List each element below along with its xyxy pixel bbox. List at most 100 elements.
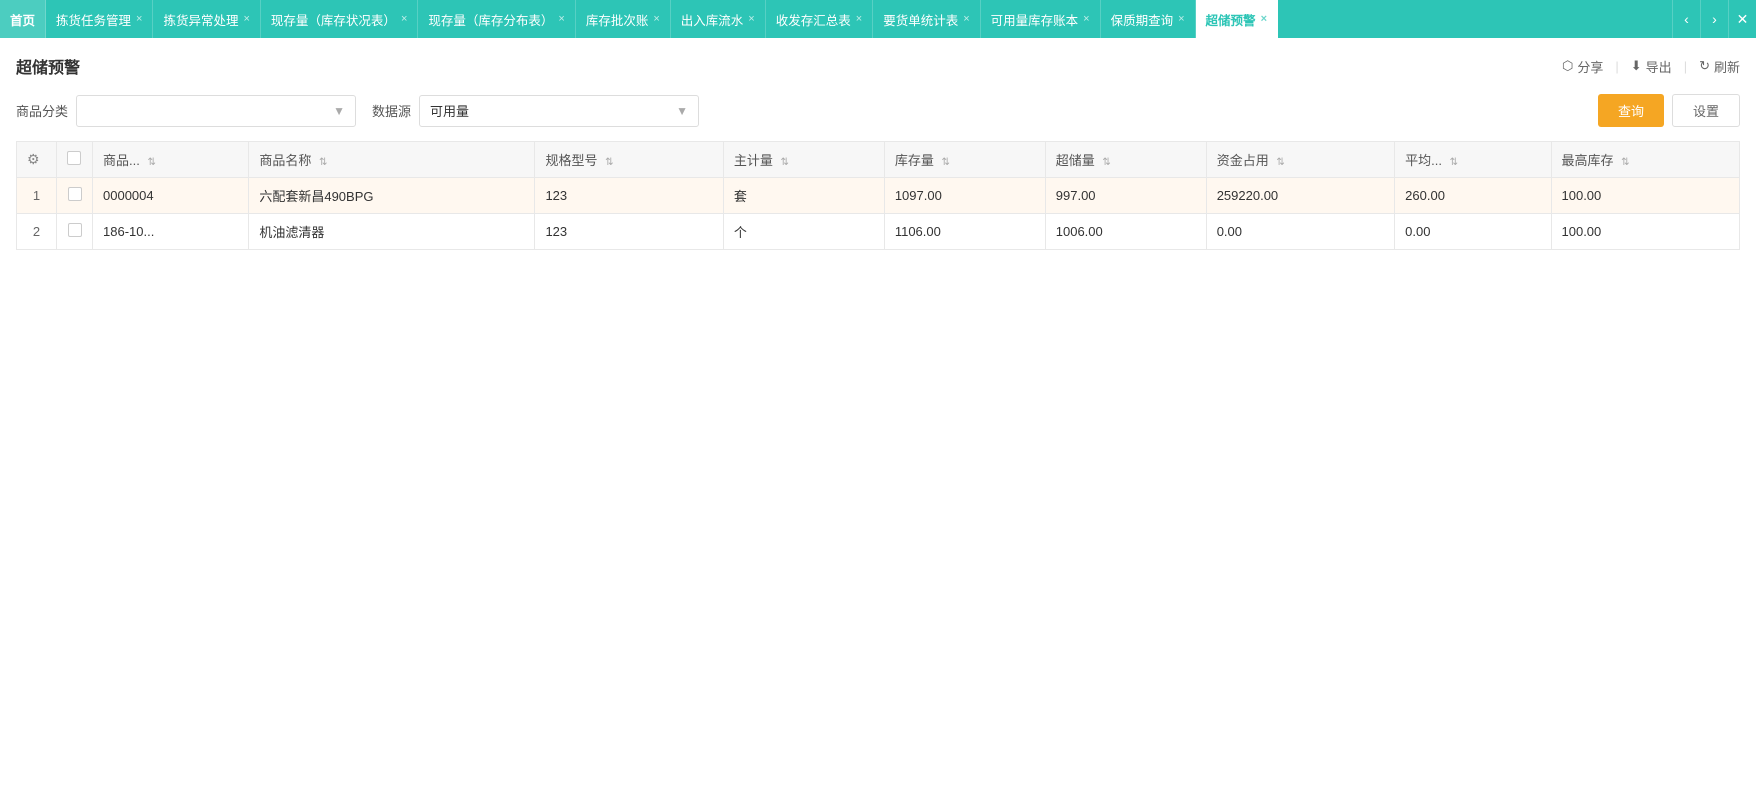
- sort-icon-product-name: ⇅: [319, 157, 327, 168]
- th-product-code[interactable]: 商品... ⇅: [93, 142, 249, 178]
- nav-tab-home-label: 首页: [10, 10, 35, 29]
- nav-tab-batch-account-close[interactable]: ×: [653, 13, 659, 25]
- nav-tab-order-stat-close[interactable]: ×: [963, 13, 969, 25]
- th-product-name[interactable]: 商品名称 ⇅: [249, 142, 535, 178]
- datasource-filter-label: 数据源: [372, 101, 411, 120]
- th-capital[interactable]: 资金占用 ⇅: [1206, 142, 1394, 178]
- row-product-name: 机油滤清器: [259, 225, 324, 240]
- nav-tab-stock-status-close[interactable]: ×: [401, 13, 407, 25]
- nav-tab-quality-check[interactable]: 保质期查询 ×: [1101, 0, 1196, 38]
- th-capital-label: 资金占用: [1217, 153, 1269, 168]
- nav-tab-stock-status[interactable]: 现存量（库存状况表） ×: [261, 0, 418, 38]
- export-icon: ⬇: [1631, 58, 1642, 74]
- header-checkbox[interactable]: [67, 151, 81, 165]
- share-icon: ⬡: [1562, 58, 1573, 74]
- th-settings[interactable]: [17, 142, 57, 178]
- row-num-cell: 2: [17, 214, 57, 250]
- nav-tab-tuo-task-close[interactable]: ×: [136, 13, 142, 25]
- th-spec-label: 规格型号: [545, 153, 597, 168]
- row-capital: 259220.00: [1217, 188, 1278, 203]
- share-button[interactable]: ⬡ 分享: [1562, 57, 1603, 76]
- query-button[interactable]: 查询: [1598, 94, 1664, 127]
- row-avg: 260.00: [1405, 188, 1445, 203]
- nav-tab-recv-send-label: 收发存汇总表: [776, 10, 851, 29]
- th-unit-label: 主计量: [734, 153, 773, 168]
- row-avg-cell: 0.00: [1395, 214, 1551, 250]
- nav-tab-quality-check-label: 保质期查询: [1111, 10, 1174, 29]
- nav-tab-overstock-alert-close[interactable]: ×: [1261, 13, 1267, 25]
- th-stock[interactable]: 库存量 ⇅: [884, 142, 1045, 178]
- th-spec[interactable]: 规格型号 ⇅: [535, 142, 723, 178]
- th-max-stock-label: 最高库存: [1562, 153, 1614, 168]
- nav-tab-recv-send-close[interactable]: ×: [856, 13, 862, 25]
- row-checkbox[interactable]: [68, 223, 82, 237]
- category-select-arrow: ▼: [333, 104, 345, 118]
- nav-tab-avail-account-close[interactable]: ×: [1083, 13, 1089, 25]
- export-button[interactable]: ⬇ 导出: [1631, 57, 1672, 76]
- nav-arrow-left[interactable]: ‹: [1672, 0, 1700, 38]
- nav-tab-quality-check-close[interactable]: ×: [1178, 13, 1184, 25]
- nav-arrow-right[interactable]: ›: [1700, 0, 1728, 38]
- refresh-button[interactable]: ↻ 刷新: [1699, 57, 1740, 76]
- row-spec: 123: [545, 224, 567, 239]
- row-stock: 1097.00: [895, 188, 942, 203]
- nav-tab-tuo-exception-close[interactable]: ×: [243, 13, 249, 25]
- table-row: 10000004六配套新昌490BPG123套1097.00997.002592…: [17, 178, 1740, 214]
- th-avg[interactable]: 平均... ⇅: [1395, 142, 1551, 178]
- nav-tab-stock-dist-close[interactable]: ×: [558, 13, 564, 25]
- th-overstock[interactable]: 超储量 ⇅: [1045, 142, 1206, 178]
- filter-item-category: 商品分类 ▼: [16, 95, 356, 127]
- nav-tab-stock-dist[interactable]: 现存量（库存分布表） ×: [418, 0, 575, 38]
- nav-tab-inout-flow[interactable]: 出入库流水 ×: [671, 0, 766, 38]
- nav-tab-tuo-exception-label: 拣货异常处理: [163, 10, 238, 29]
- nav-tab-home[interactable]: 首页: [0, 0, 46, 38]
- th-max-stock[interactable]: 最高库存 ⇅: [1551, 142, 1740, 178]
- top-navigation: 首页 拣货任务管理 × 拣货异常处理 × 现存量（库存状况表） × 现存量（库存…: [0, 0, 1756, 38]
- sort-icon-avg: ⇅: [1450, 157, 1458, 168]
- nav-tab-tuo-exception[interactable]: 拣货异常处理 ×: [153, 0, 260, 38]
- row-max-stock: 100.00: [1562, 188, 1602, 203]
- refresh-label: 刷新: [1714, 57, 1740, 76]
- nav-tab-avail-account[interactable]: 可用量库存账本 ×: [981, 0, 1101, 38]
- th-overstock-label: 超储量: [1056, 153, 1095, 168]
- page-header: 超储预警 ⬡ 分享 | ⬇ 导出 | ↻ 刷新: [16, 54, 1740, 78]
- nav-tab-order-stat[interactable]: 要货单统计表 ×: [873, 0, 980, 38]
- th-checkbox[interactable]: [57, 142, 93, 178]
- refresh-icon: ↻: [1699, 58, 1710, 74]
- sort-icon-spec: ⇅: [605, 157, 613, 168]
- nav-tab-recv-send[interactable]: 收发存汇总表 ×: [766, 0, 873, 38]
- row-spec-cell: 123: [535, 214, 723, 250]
- row-unit: 个: [734, 225, 747, 240]
- row-capital-cell: 0.00: [1206, 214, 1394, 250]
- nav-tab-stock-dist-label: 现存量（库存分布表）: [428, 10, 553, 29]
- row-number: 2: [27, 224, 46, 239]
- datasource-select[interactable]: 可用量 ▼: [419, 95, 699, 127]
- filter-item-datasource: 数据源 可用量 ▼: [372, 95, 699, 127]
- row-overstock-cell: 997.00: [1045, 178, 1206, 214]
- nav-tab-inout-flow-label: 出入库流水: [681, 10, 744, 29]
- table-header-row: 商品... ⇅ 商品名称 ⇅ 规格型号 ⇅ 主计量 ⇅ 库存量 ⇅: [17, 142, 1740, 178]
- main-content: 超储预警 ⬡ 分享 | ⬇ 导出 | ↻ 刷新 商品分类 ▼: [0, 38, 1756, 800]
- category-select[interactable]: ▼: [76, 95, 356, 127]
- row-max-stock-cell: 100.00: [1551, 214, 1740, 250]
- sort-icon-product-code: ⇅: [147, 157, 155, 168]
- nav-arrow-close[interactable]: ✕: [1728, 0, 1756, 38]
- nav-tab-batch-account[interactable]: 库存批次账 ×: [576, 0, 671, 38]
- row-checkbox[interactable]: [68, 187, 82, 201]
- row-product-code-cell: 0000004: [93, 178, 249, 214]
- row-overstock: 1006.00: [1056, 224, 1103, 239]
- nav-tab-inout-flow-close[interactable]: ×: [748, 13, 754, 25]
- nav-tab-overstock-alert[interactable]: 超储预警 ×: [1196, 0, 1278, 38]
- th-unit[interactable]: 主计量 ⇅: [723, 142, 884, 178]
- settings-button[interactable]: 设置: [1672, 94, 1740, 127]
- export-label: 导出: [1646, 57, 1672, 76]
- row-stock: 1106.00: [895, 224, 941, 239]
- row-unit-cell: 套: [723, 178, 884, 214]
- nav-tab-stock-status-label: 现存量（库存状况表）: [271, 10, 396, 29]
- row-avg: 0.00: [1405, 224, 1430, 239]
- row-max-stock-cell: 100.00: [1551, 178, 1740, 214]
- settings-icon: [27, 152, 40, 167]
- row-capital: 0.00: [1217, 224, 1242, 239]
- nav-tab-tuo-task[interactable]: 拣货任务管理 ×: [46, 0, 153, 38]
- row-number: 1: [27, 188, 46, 203]
